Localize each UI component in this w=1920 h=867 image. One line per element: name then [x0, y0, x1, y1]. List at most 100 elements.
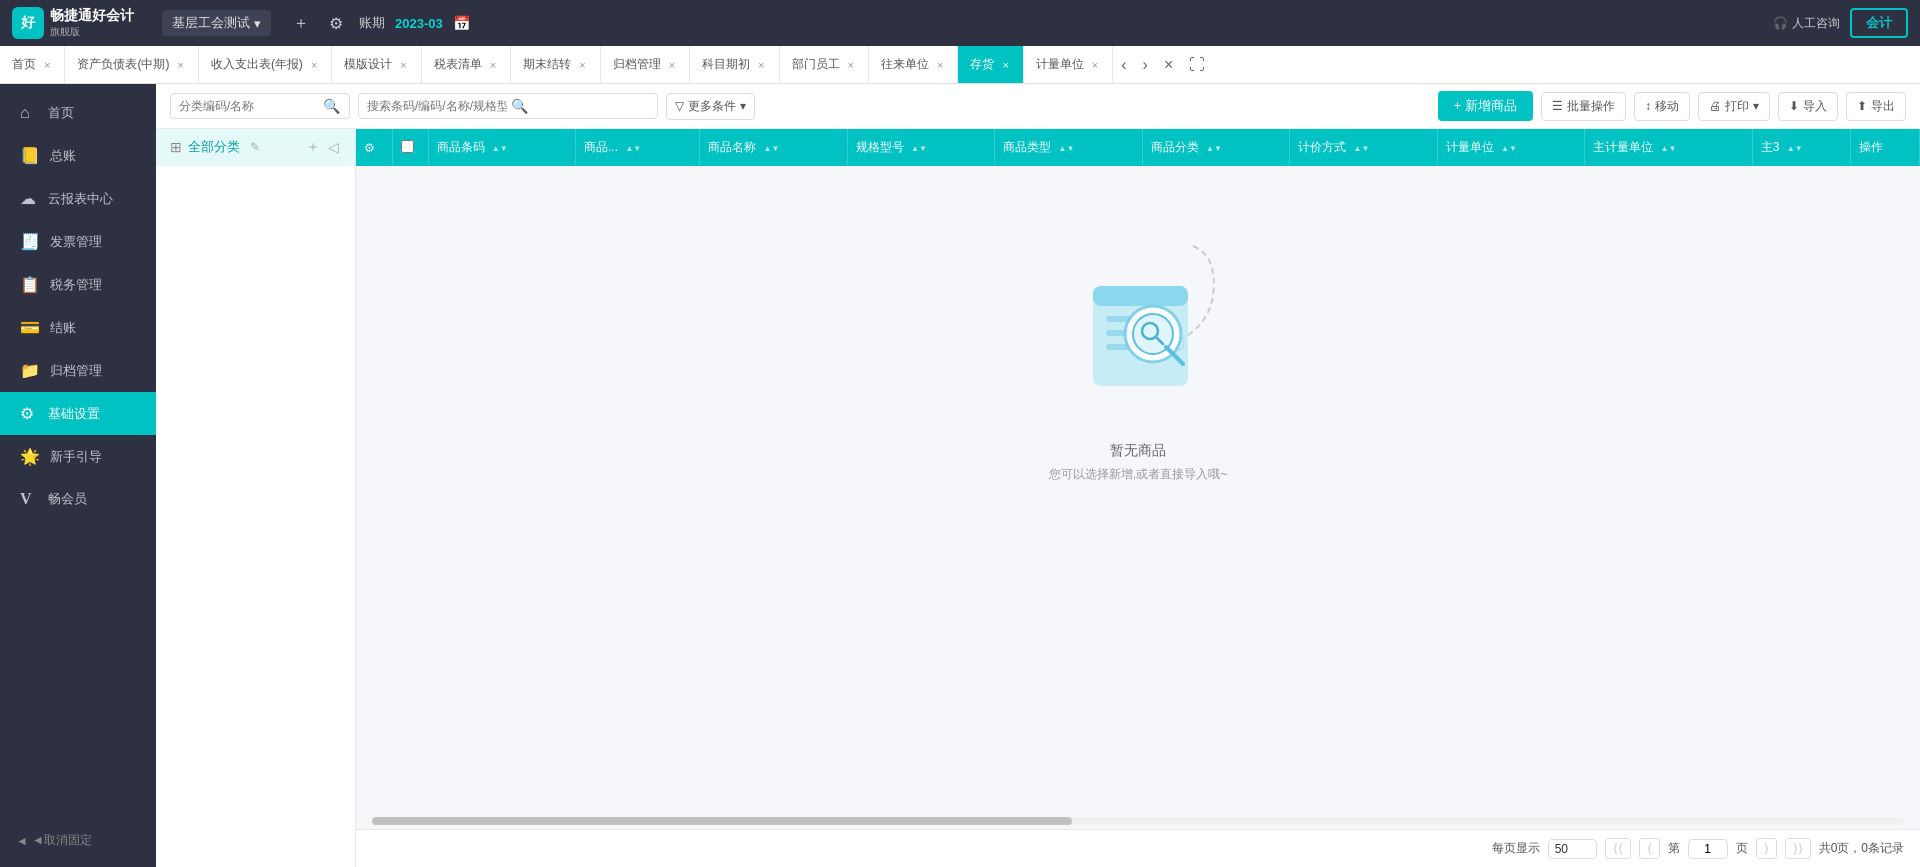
tab-prev-button[interactable]: ‹: [1113, 46, 1134, 84]
product-search-box[interactable]: 🔍: [358, 93, 658, 119]
company-selector[interactable]: 基层工会测试 ▾: [162, 10, 271, 36]
page-last-button[interactable]: ⟩⟩: [1785, 838, 1811, 859]
import-icon: ⬇: [1789, 99, 1799, 113]
page-number-input[interactable]: [1688, 839, 1728, 859]
page-next-button[interactable]: ⟩: [1756, 838, 1777, 859]
tab-income-close[interactable]: ×: [309, 59, 319, 71]
tab-balance-close[interactable]: ×: [175, 59, 185, 71]
tab-template[interactable]: 模版设计 ×: [332, 46, 421, 84]
empty-state-svg: [1038, 226, 1238, 406]
export-button[interactable]: ⬆ 导出: [1846, 92, 1906, 121]
tab-archive-close[interactable]: ×: [667, 59, 677, 71]
tab-inventory-close[interactable]: ×: [1000, 59, 1010, 71]
select-all-checkbox[interactable]: [401, 140, 414, 153]
import-button[interactable]: ⬇ 导入: [1778, 92, 1838, 121]
tab-archive[interactable]: 归档管理 ×: [601, 46, 690, 84]
page-first-button[interactable]: ⟨⟨: [1605, 838, 1631, 859]
tab-tax-close[interactable]: ×: [488, 59, 498, 71]
tab-period-end[interactable]: 期末结转 ×: [511, 46, 600, 84]
page-prev-button[interactable]: ⟨: [1639, 838, 1660, 859]
th-price-method[interactable]: 计价方式 ▲▼: [1290, 129, 1438, 166]
sidebar-item-settle[interactable]: 💳 结账: [0, 306, 156, 349]
tab-partner[interactable]: 往来单位 ×: [869, 46, 958, 84]
sidebar-item-member[interactable]: V 畅会员: [0, 478, 156, 520]
tab-unit[interactable]: 计量单位 ×: [1024, 46, 1113, 84]
th-col3[interactable]: 主3 ▲▼: [1752, 129, 1850, 166]
sidebar-guide-label: 新手引导: [50, 448, 102, 466]
more-filter-button[interactable]: ▽ 更多条件 ▾: [666, 93, 755, 120]
sidebar-item-archive[interactable]: 📁 归档管理: [0, 349, 156, 392]
sidebar-settle-label: 结账: [50, 319, 76, 337]
category-edit-icon: ✎: [250, 140, 260, 154]
tab-template-close[interactable]: ×: [398, 59, 408, 71]
scrollbar-thumb[interactable]: [372, 817, 1072, 825]
category-search-input[interactable]: [179, 99, 319, 113]
company-name-text: 基层工会测试: [172, 14, 250, 32]
tab-subject-init[interactable]: 科目期初 ×: [690, 46, 779, 84]
sidebar-unpin-button[interactable]: ◄ ◄取消固定: [0, 822, 156, 859]
tab-home-close[interactable]: ×: [42, 59, 52, 71]
move-button[interactable]: ↕ 移动: [1634, 92, 1690, 121]
customer-service-button[interactable]: 🎧 人工咨询: [1773, 15, 1840, 32]
sidebar-item-ledger[interactable]: 📒 总账: [0, 134, 156, 177]
sidebar-item-tax[interactable]: 📋 税务管理: [0, 263, 156, 306]
sidebar-item-reports[interactable]: ☁ 云报表中心: [0, 177, 156, 220]
th-code[interactable]: 商品... ▲▼: [576, 129, 700, 166]
sidebar-item-invoice[interactable]: 🧾 发票管理: [0, 220, 156, 263]
tab-home[interactable]: 首页 ×: [0, 46, 65, 84]
category-search-icon[interactable]: 🔍: [323, 98, 340, 114]
product-search-input[interactable]: [367, 99, 507, 113]
spec-sort-icon: ▲▼: [911, 145, 927, 153]
tab-next-button[interactable]: ›: [1135, 46, 1156, 84]
category-collapse-icon[interactable]: ◁: [326, 138, 341, 156]
tab-inventory[interactable]: 存货 ×: [958, 46, 1023, 84]
tab-income[interactable]: 收入支出表(年报) ×: [199, 46, 332, 84]
th-checkbox[interactable]: [392, 129, 428, 166]
th-name[interactable]: 商品名称 ▲▼: [700, 129, 848, 166]
page-size-select[interactable]: 50 10 20 100: [1548, 839, 1597, 859]
category-all[interactable]: ⊞ 全部分类 ✎ ＋ ◁: [156, 129, 355, 166]
product-search-icon[interactable]: 🔍: [511, 98, 528, 114]
logo-text-group: 畅捷通好会计 旗舰版: [50, 7, 134, 39]
tab-expand-button[interactable]: ⛶: [1181, 46, 1213, 84]
batch-operation-button[interactable]: ☰ 批量操作: [1541, 92, 1626, 121]
th-unit[interactable]: 计量单位 ▲▼: [1437, 129, 1585, 166]
tab-balance[interactable]: 资产负债表(中期) ×: [65, 46, 198, 84]
tab-tax[interactable]: 税表清单 ×: [422, 46, 511, 84]
sidebar-item-guide[interactable]: 🌟 新手引导: [0, 435, 156, 478]
print-button[interactable]: 🖨 打印 ▾: [1698, 92, 1770, 121]
account-button[interactable]: 会计: [1850, 8, 1908, 38]
horizontal-scrollbar[interactable]: [372, 817, 1904, 825]
new-product-button[interactable]: + 新增商品: [1438, 91, 1533, 121]
tab-partner-close[interactable]: ×: [935, 59, 945, 71]
category-add-icon[interactable]: ＋: [304, 138, 322, 156]
th-spec[interactable]: 规格型号 ▲▼: [847, 129, 995, 166]
tab-close-all-button[interactable]: ×: [1156, 46, 1181, 84]
th-category-label: 商品分类: [1151, 140, 1199, 154]
name-sort-icon: ▲▼: [763, 145, 779, 153]
filter-dropdown-icon: ▾: [740, 99, 746, 113]
search-box-left[interactable]: 🔍: [170, 93, 350, 119]
batch-icon: ☰: [1552, 99, 1563, 113]
type-sort-icon: ▲▼: [1059, 145, 1075, 153]
th-settings[interactable]: ⚙: [356, 129, 392, 166]
sidebar-item-settings[interactable]: ⚙ 基础设置: [0, 392, 156, 435]
tab-department[interactable]: 部门员工 ×: [780, 46, 869, 84]
tab-subject-init-close[interactable]: ×: [756, 59, 766, 71]
tab-unit-close[interactable]: ×: [1090, 59, 1100, 71]
add-tab-button[interactable]: ＋: [287, 11, 315, 36]
import-label: 导入: [1803, 98, 1827, 115]
th-main-unit[interactable]: 主计量单位 ▲▼: [1585, 129, 1753, 166]
tab-department-close[interactable]: ×: [846, 59, 856, 71]
table-scroll[interactable]: ⚙ 商品条码 ▲▼ 商品... ▲▼: [356, 129, 1920, 813]
invoice-icon: 🧾: [20, 232, 40, 251]
tab-period-end-close[interactable]: ×: [577, 59, 587, 71]
calendar-icon[interactable]: 📅: [453, 15, 470, 31]
th-barcode[interactable]: 商品条码 ▲▼: [428, 129, 576, 166]
settings-icon-button[interactable]: ⚙: [323, 12, 349, 35]
header-actions: ＋ ⚙: [287, 11, 349, 36]
th-category[interactable]: 商品分类 ▲▼: [1142, 129, 1290, 166]
th-type[interactable]: 商品类型 ▲▼: [995, 129, 1143, 166]
sidebar-item-home[interactable]: ⌂ 首页: [0, 92, 156, 134]
total-records: 共0页，0条记录: [1819, 840, 1904, 857]
